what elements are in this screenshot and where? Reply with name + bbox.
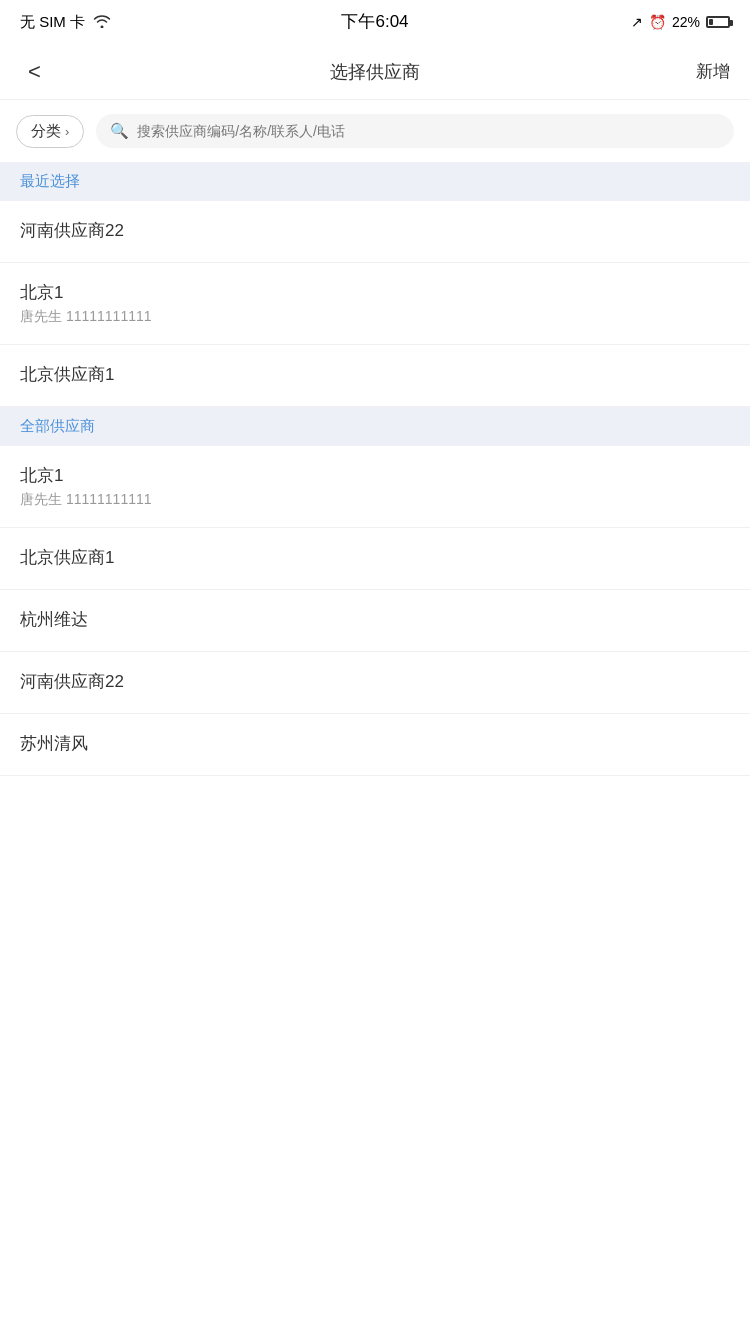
item-name: 杭州维达 [20,608,730,631]
status-time: 下午6:04 [341,10,408,33]
filter-bar: 分类 › 🔍 [0,100,750,162]
status-right: ↗ ⏰ 22% [631,14,730,30]
item-sub: 唐先生 11111111111 [20,308,730,326]
category-label: 分类 [31,122,61,141]
list-item[interactable]: 北京供应商1 [0,528,750,590]
item-sub: 唐先生 11111111111 [20,491,730,509]
list-item[interactable]: 北京1 唐先生 11111111111 [0,446,750,528]
list-item[interactable]: 杭州维达 [0,590,750,652]
list-item[interactable]: 河南供应商22 [0,652,750,714]
category-filter-button[interactable]: 分类 › [16,115,84,148]
item-name: 苏州清风 [20,732,730,755]
all-items-list: 北京1 唐先生 11111111111 北京供应商1 杭州维达河南供应商22 苏州清风 [0,446,750,776]
list-item[interactable]: 北京供应商1 [0,345,750,407]
item-name: 北京供应商1 [20,363,730,386]
nav-bar: < 选择供应商 新增 [0,44,750,100]
search-icon: 🔍 [110,122,129,140]
recent-section-label: 最近选择 [20,172,80,189]
item-name: 北京1 [20,464,730,487]
battery-icon [706,16,730,28]
item-name: 河南供应商22 [20,219,730,242]
search-input[interactable] [137,123,720,139]
all-section-label: 全部供应商 [20,417,95,434]
back-button[interactable]: < [20,51,49,93]
item-name: 河南供应商22 [20,670,730,693]
add-new-button[interactable]: 新增 [696,60,730,83]
chevron-right-icon: › [65,124,69,139]
all-section-header: 全部供应商 [0,407,750,446]
location-icon: ↗ [631,14,643,30]
no-sim-text: 无 SIM 卡 [20,13,85,32]
item-name: 北京1 [20,281,730,304]
recent-items-list: 河南供应商22 北京1 唐先生 11111111111 北京供应商1 [0,201,750,407]
list-item[interactable]: 河南供应商22 [0,201,750,263]
status-left: 无 SIM 卡 [20,13,111,32]
page-title: 选择供应商 [330,60,420,84]
item-name: 北京供应商1 [20,546,730,569]
wifi-icon [93,14,111,31]
status-bar: 无 SIM 卡 下午6:04 ↗ ⏰ 22% [0,0,750,44]
list-item[interactable]: 北京1 唐先生 11111111111 [0,263,750,345]
list-item[interactable]: 苏州清风 [0,714,750,776]
battery-percent: 22% [672,14,700,30]
recent-section-header: 最近选择 [0,162,750,201]
search-box[interactable]: 🔍 [96,114,734,148]
alarm-icon: ⏰ [649,14,666,30]
